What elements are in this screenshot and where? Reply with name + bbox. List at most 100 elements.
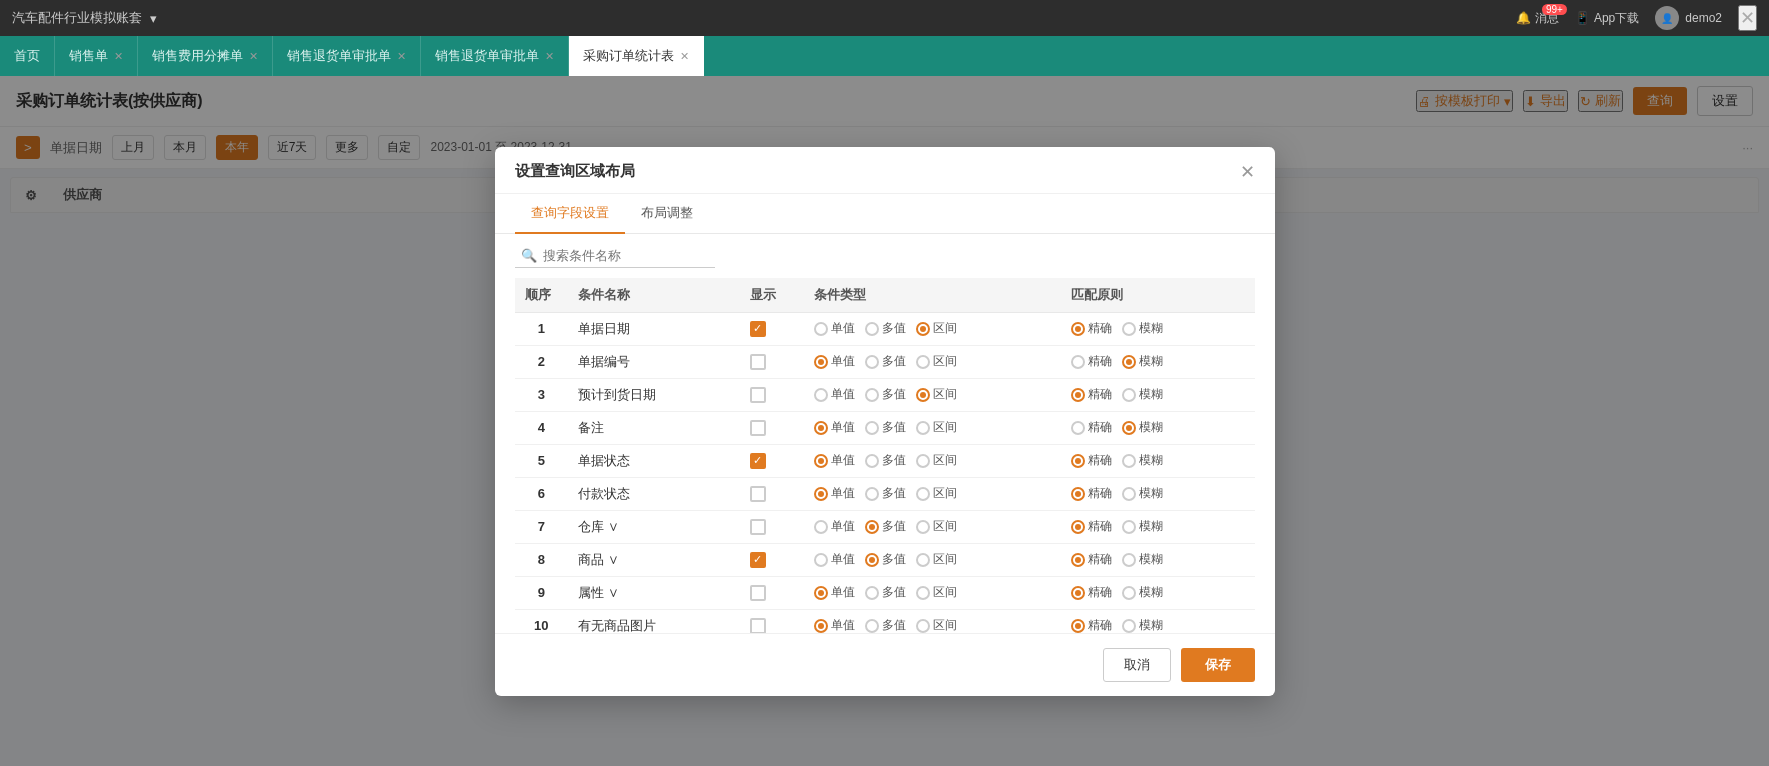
radio-type-区间[interactable]: 区间 (916, 584, 957, 601)
radio-circle (865, 553, 879, 567)
radio-match-模糊[interactable]: 模糊 (1122, 386, 1163, 403)
radio-type-多值[interactable]: 多值 (865, 353, 906, 370)
radio-type-多值[interactable]: 多值 (865, 584, 906, 601)
checkbox[interactable] (750, 387, 766, 403)
radio-match-精确[interactable]: 精确 (1071, 551, 1112, 568)
cell-show[interactable] (740, 576, 804, 609)
app-download-area[interactable]: 📱 App下载 (1575, 10, 1639, 27)
radio-match-模糊[interactable]: 模糊 (1122, 617, 1163, 633)
radio-type-单值[interactable]: 单值 (814, 485, 855, 502)
tab-sales-order-close[interactable]: ✕ (114, 50, 123, 63)
cell-show[interactable] (740, 378, 804, 411)
app-dropdown-icon[interactable]: ▾ (150, 11, 157, 26)
checkbox[interactable] (750, 453, 766, 469)
cell-show[interactable] (740, 477, 804, 510)
radio-type-多值[interactable]: 多值 (865, 452, 906, 469)
radio-match-精确[interactable]: 精确 (1071, 617, 1112, 633)
checkbox[interactable] (750, 486, 766, 502)
cell-show[interactable] (740, 444, 804, 477)
cell-show[interactable] (740, 313, 804, 346)
cell-match: 精确模糊 (1061, 313, 1254, 346)
tab-sales-return[interactable]: 销售退货单审批单 ✕ (273, 36, 421, 76)
radio-type-区间[interactable]: 区间 (916, 551, 957, 568)
dialog-tab-layout[interactable]: 布局调整 (625, 194, 709, 234)
cell-show[interactable] (740, 411, 804, 444)
radio-match-模糊[interactable]: 模糊 (1122, 584, 1163, 601)
app-name-area: 汽车配件行业模拟账套 ▾ (12, 9, 157, 27)
checkbox[interactable] (750, 420, 766, 436)
user-info-area[interactable]: 👤 demo2 (1655, 6, 1722, 30)
radio-match-模糊[interactable]: 模糊 (1122, 485, 1163, 502)
radio-type-区间[interactable]: 区间 (916, 419, 957, 436)
cell-show[interactable] (740, 609, 804, 633)
radio-type-单值[interactable]: 单值 (814, 452, 855, 469)
radio-match-精确[interactable]: 精确 (1071, 584, 1112, 601)
radio-match-精确[interactable]: 精确 (1071, 386, 1112, 403)
radio-match-模糊[interactable]: 模糊 (1122, 551, 1163, 568)
tab-sales-order[interactable]: 销售单 ✕ (55, 36, 138, 76)
save-button[interactable]: 保存 (1181, 648, 1255, 682)
radio-type-单值[interactable]: 单值 (814, 584, 855, 601)
cell-show[interactable] (740, 510, 804, 543)
tab-sales-return2[interactable]: 销售退货单审批单 ✕ (421, 36, 569, 76)
tab-sales-expense-close[interactable]: ✕ (249, 50, 258, 63)
radio-match-模糊[interactable]: 模糊 (1122, 518, 1163, 535)
radio-match-精确[interactable]: 精确 (1071, 485, 1112, 502)
radio-match-模糊[interactable]: 模糊 (1122, 419, 1163, 436)
radio-type-区间[interactable]: 区间 (916, 452, 957, 469)
radio-type-多值[interactable]: 多值 (865, 419, 906, 436)
radio-type-区间[interactable]: 区间 (916, 617, 957, 633)
radio-type-多值[interactable]: 多值 (865, 617, 906, 633)
dialog-close-button[interactable]: ✕ (1240, 161, 1255, 183)
radio-match-精确[interactable]: 精确 (1071, 518, 1112, 535)
radio-type-区间[interactable]: 区间 (916, 353, 957, 370)
checkbox[interactable] (750, 585, 766, 601)
cell-show[interactable] (740, 345, 804, 378)
dialog-tab-query-fields[interactable]: 查询字段设置 (515, 194, 625, 234)
search-input[interactable] (543, 248, 709, 263)
notifications-area[interactable]: 🔔 消息 99+ (1516, 10, 1559, 27)
radio-type-单值[interactable]: 单值 (814, 617, 855, 633)
tab-home[interactable]: 首页 (0, 36, 55, 76)
radio-type-多值[interactable]: 多值 (865, 386, 906, 403)
radio-match-精确[interactable]: 精确 (1071, 320, 1112, 337)
radio-type-多值[interactable]: 多值 (865, 551, 906, 568)
radio-match-精确[interactable]: 精确 (1071, 419, 1112, 436)
checkbox[interactable] (750, 552, 766, 568)
tab-purchase-stats-close[interactable]: ✕ (680, 50, 689, 63)
radio-match-模糊[interactable]: 模糊 (1122, 320, 1163, 337)
checkbox[interactable] (750, 618, 766, 633)
radio-type-多值[interactable]: 多值 (865, 518, 906, 535)
top-close-button[interactable]: ✕ (1738, 5, 1757, 31)
tab-purchase-stats[interactable]: 采购订单统计表 ✕ (569, 36, 704, 76)
radio-match-精确[interactable]: 精确 (1071, 452, 1112, 469)
tab-sales-return-close[interactable]: ✕ (397, 50, 406, 63)
checkbox[interactable] (750, 519, 766, 535)
radio-type-区间[interactable]: 区间 (916, 386, 957, 403)
dialog-search-area: 🔍 (495, 234, 1275, 278)
tab-sales-return2-label: 销售退货单审批单 (435, 47, 539, 65)
cell-match: 精确模糊 (1061, 378, 1254, 411)
radio-type-多值[interactable]: 多值 (865, 485, 906, 502)
tab-sales-return2-close[interactable]: ✕ (545, 50, 554, 63)
tab-sales-expense[interactable]: 销售费用分摊单 ✕ (138, 36, 273, 76)
checkbox[interactable] (750, 354, 766, 370)
radio-type-单值[interactable]: 单值 (814, 518, 855, 535)
radio-match-模糊[interactable]: 模糊 (1122, 452, 1163, 469)
radio-type-区间[interactable]: 区间 (916, 320, 957, 337)
radio-type-单值[interactable]: 单值 (814, 551, 855, 568)
radio-type-单值[interactable]: 单值 (814, 419, 855, 436)
radio-type-区间[interactable]: 区间 (916, 518, 957, 535)
download-icon: 📱 (1575, 11, 1590, 25)
radio-type-多值[interactable]: 多值 (865, 320, 906, 337)
radio-match-精确[interactable]: 精确 (1071, 353, 1112, 370)
cancel-button[interactable]: 取消 (1103, 648, 1171, 682)
radio-type-区间[interactable]: 区间 (916, 485, 957, 502)
checkbox[interactable] (750, 321, 766, 337)
radio-type-单值[interactable]: 单值 (814, 386, 855, 403)
radio-type-单值[interactable]: 单值 (814, 320, 855, 337)
radio-type-单值[interactable]: 单值 (814, 353, 855, 370)
cell-order: 5 (515, 444, 569, 477)
radio-match-模糊[interactable]: 模糊 (1122, 353, 1163, 370)
cell-show[interactable] (740, 543, 804, 576)
